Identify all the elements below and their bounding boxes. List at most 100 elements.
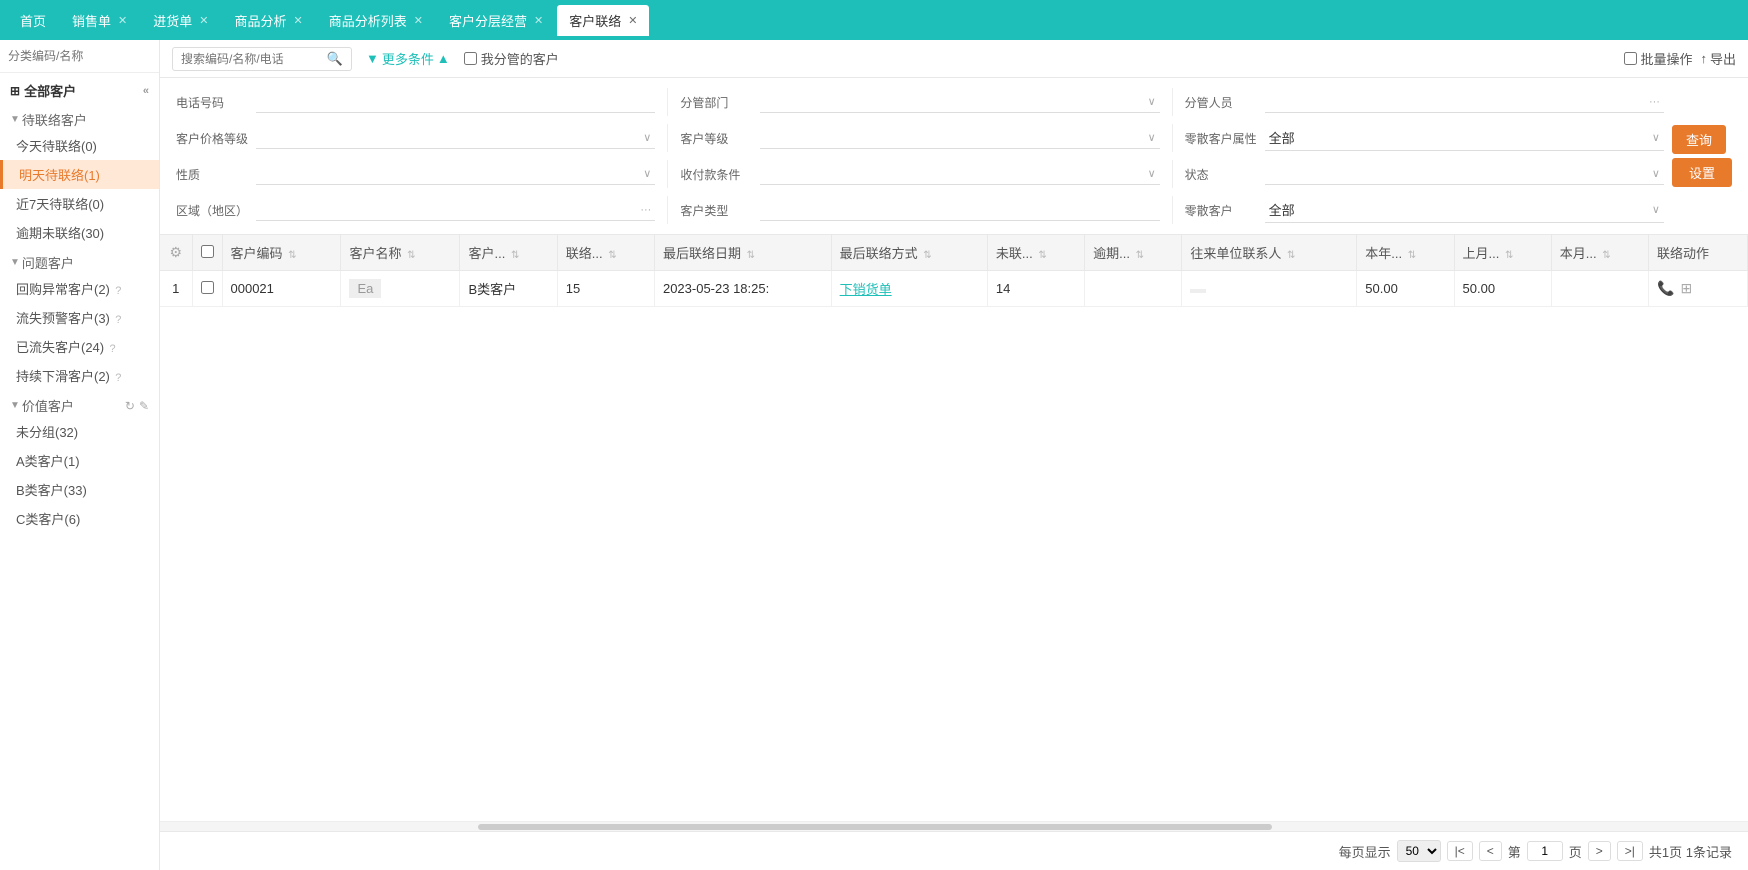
sidebar-item-7days-pending[interactable]: 近7天待联络(0) [0, 189, 159, 218]
td-customer-name: Ea [341, 271, 460, 307]
sidebar-item-c-class[interactable]: C类客户(6) [0, 504, 159, 533]
select-all-checkbox[interactable] [201, 245, 214, 258]
refresh-icon[interactable]: ↻ [125, 399, 135, 413]
filter-customer-type-select[interactable] [760, 199, 1159, 221]
settings-button[interactable]: 设置 [1672, 158, 1732, 187]
sidebar-item-today-pending[interactable]: 今天待联络(0) [0, 131, 159, 160]
nav-product-analysis[interactable]: 商品分析 ✕ [222, 5, 314, 36]
chevron-down-icon: ∨ [1148, 167, 1156, 180]
sidebar-item-churned[interactable]: 已流失客户(24) ? [0, 332, 159, 361]
nav-purchase[interactable]: 进货单 ✕ [141, 5, 220, 36]
gear-icon[interactable]: ⚙ [169, 244, 182, 260]
export-button[interactable]: ↑ 导出 [1700, 49, 1736, 68]
more-filter-button[interactable]: ▼ 更多条件 ▲ [360, 46, 456, 71]
sidebar-item-repurchase-abnormal[interactable]: 回购异常客户(2) ? [0, 274, 159, 303]
nav-customer-layer[interactable]: 客户分层经营 ✕ [437, 5, 555, 36]
filter-phone-input[interactable] [256, 91, 655, 113]
filter-cell-retail-customer: 零散客户 全部 ∨ [1185, 197, 1664, 223]
nav-product-analysis-list[interactable]: 商品分析列表 ✕ [317, 5, 435, 36]
sort-icon[interactable]: ⇅ [923, 250, 931, 261]
close-icon[interactable]: ✕ [199, 14, 208, 27]
sort-icon[interactable]: ⇅ [608, 250, 616, 261]
batch-checkbox[interactable] [1624, 52, 1637, 65]
close-icon[interactable]: ✕ [118, 14, 127, 27]
my-customers-checkbox[interactable] [464, 52, 477, 65]
sort-icon[interactable]: ⇅ [1038, 250, 1046, 261]
filter-price-level-select[interactable]: ∨ [256, 127, 655, 149]
batch-operation-button[interactable]: 批量操作 [1624, 49, 1692, 68]
horizontal-scrollbar[interactable] [160, 821, 1748, 831]
close-icon[interactable]: ✕ [628, 14, 637, 27]
customer-name-masked: Ea [349, 279, 381, 298]
close-icon[interactable]: ✕ [414, 14, 423, 27]
last-page-button[interactable]: >| [1617, 841, 1643, 861]
filter-region-select[interactable]: ··· [256, 199, 655, 221]
filter-cell-person: 分管人员 ··· [1185, 91, 1664, 113]
filter-status-select[interactable]: ∨ [1265, 163, 1664, 185]
sidebar-all-customers[interactable]: ⊞ 全部客户 « [0, 73, 159, 104]
query-button[interactable]: 查询 [1672, 125, 1726, 154]
search-input[interactable] [181, 52, 323, 66]
sidebar-item-tomorrow-pending[interactable]: 明天待联络(1) [0, 160, 159, 189]
chevron-down-icon: ∨ [1148, 95, 1156, 108]
sort-icon[interactable]: ⇅ [1136, 250, 1144, 261]
nav-home[interactable]: 首页 [8, 5, 58, 36]
pagination: 每页显示 50 |< < 第 页 > >| 共1页 1条记录 [160, 831, 1748, 870]
sidebar-group-problem[interactable]: ▼ 问题客户 [0, 247, 159, 274]
filter-dept-select[interactable]: ∨ [760, 91, 1159, 113]
search-icon[interactable]: 🔍 [327, 51, 343, 67]
sidebar-item-a-class[interactable]: A类客户(1) [0, 446, 159, 475]
my-customers-checkbox-label[interactable]: 我分管的客户 [464, 49, 559, 68]
nav-customer-contact[interactable]: 客户联络 ✕ [557, 5, 649, 36]
filter-retail-customer-select[interactable]: 全部 ∨ [1265, 197, 1664, 223]
chevron-down-icon: ∨ [1652, 203, 1660, 216]
filter-person-input[interactable]: ··· [1265, 91, 1664, 113]
sort-icon[interactable]: ⇅ [1602, 250, 1610, 261]
th-customer-name: 客户名称 ⇅ [341, 235, 460, 271]
th-overdue: 逾期... ⇅ [1085, 235, 1182, 271]
sort-icon[interactable]: ⇅ [1505, 250, 1513, 261]
row-checkbox[interactable] [201, 281, 214, 294]
sort-icon[interactable]: ⇅ [1408, 250, 1416, 261]
filter-cell-dept: 分管部门 ∨ [680, 91, 1159, 113]
sidebar-search-input[interactable] [8, 49, 160, 63]
sort-icon[interactable]: ⇅ [1287, 250, 1295, 261]
filter-customer-level-select[interactable]: ∨ [760, 127, 1159, 149]
scrollbar-thumb[interactable] [478, 824, 1272, 830]
sort-icon[interactable]: ⇅ [288, 250, 296, 261]
collapse-icon[interactable]: « [143, 85, 149, 97]
sort-icon[interactable]: ⇅ [407, 250, 415, 261]
sort-icon[interactable]: ⇅ [511, 250, 519, 261]
next-page-button[interactable]: > [1588, 841, 1611, 861]
filter-payment-select[interactable]: ∨ [760, 163, 1159, 185]
sidebar-item-churn-warning[interactable]: 流失预警客户(3) ? [0, 303, 159, 332]
sidebar-search-area: 🔍 [0, 40, 159, 73]
page-size-select[interactable]: 50 [1397, 840, 1441, 862]
more-action-icon[interactable]: ⊞ [1680, 280, 1692, 297]
prev-page-button[interactable]: < [1479, 841, 1502, 861]
filter-cell-price-level: 客户价格等级 ∨ [176, 127, 655, 149]
phone-action-icon[interactable]: 📞 [1657, 280, 1674, 297]
sidebar-group-pending[interactable]: ▼ 待联络客户 [0, 104, 159, 131]
sidebar-item-overdue-pending[interactable]: 逾期未联络(30) [0, 218, 159, 247]
td-num: 1 [160, 271, 192, 307]
sidebar-item-b-class[interactable]: B类客户(33) [0, 475, 159, 504]
filter-cell-payment: 收付款条件 ∨ [680, 163, 1159, 185]
first-page-button[interactable]: |< [1447, 841, 1473, 861]
page-number-input[interactable] [1527, 841, 1563, 861]
nav-sales[interactable]: 销售单 ✕ [60, 5, 139, 36]
sidebar-item-declining[interactable]: 持续下滑客户(2) ? [0, 361, 159, 390]
filter-retail-attr-select[interactable]: 全部 ∨ [1265, 125, 1664, 151]
close-icon[interactable]: ✕ [294, 14, 303, 27]
close-icon[interactable]: ✕ [534, 14, 543, 27]
chevron-down-icon: ∨ [1652, 131, 1660, 144]
sort-icon[interactable]: ⇅ [747, 250, 755, 261]
td-last-contact-date: 2023-05-23 18:25: [654, 271, 831, 307]
edit-icon[interactable]: ✎ [139, 399, 149, 413]
search-box: 🔍 [172, 47, 352, 71]
sidebar-group-value[interactable]: ▼ 价值客户 ↻ ✎ [0, 390, 159, 417]
last-contact-method-link[interactable]: 下销货单 [840, 282, 892, 297]
table-wrapper: ⚙ 客户编码 ⇅ 客户名称 ⇅ [160, 235, 1748, 821]
sidebar-item-ungrouped[interactable]: 未分组(32) [0, 417, 159, 446]
filter-nature-select[interactable]: ∨ [256, 163, 655, 185]
